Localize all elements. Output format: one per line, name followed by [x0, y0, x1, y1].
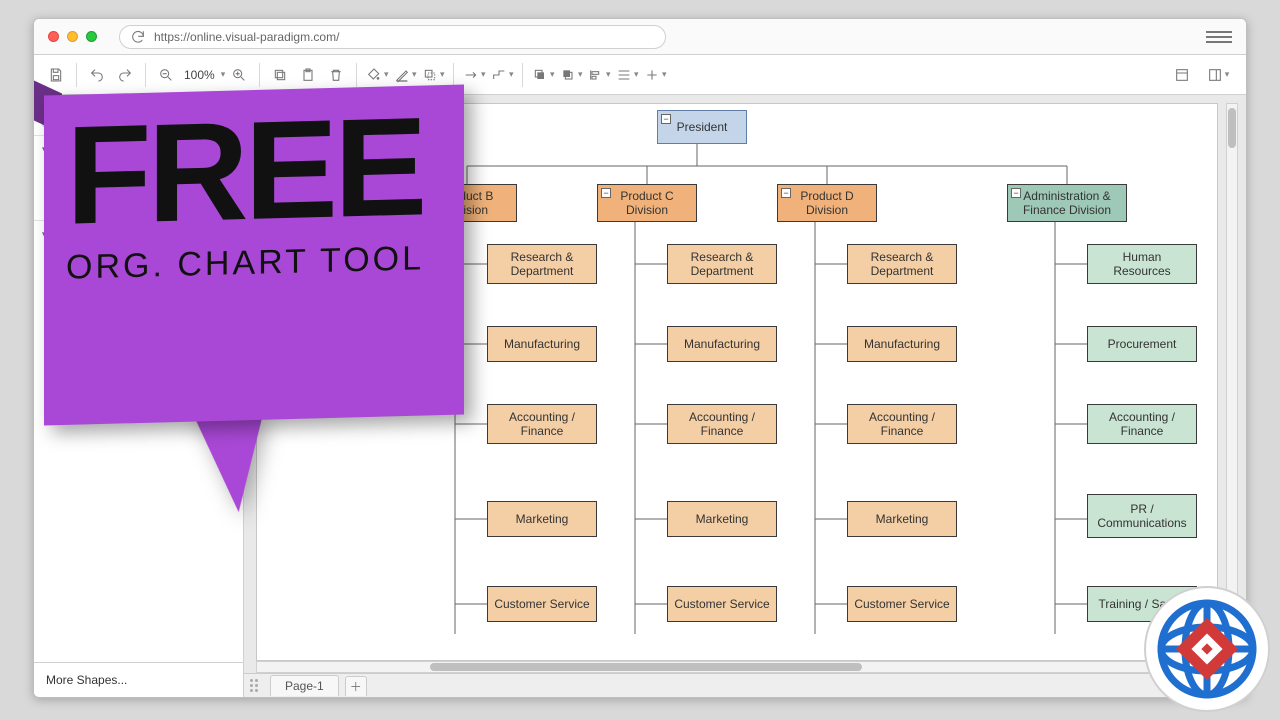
- browser-menu-icon[interactable]: [1206, 26, 1232, 48]
- node-unit[interactable]: Accounting / Finance: [847, 404, 957, 444]
- node-unit[interactable]: Accounting / Finance: [487, 404, 597, 444]
- node-unit[interactable]: PR / Communications: [1087, 494, 1197, 538]
- line-color-icon[interactable]: ▾: [391, 61, 419, 89]
- zoom-in-icon[interactable]: [225, 61, 253, 89]
- node-unit[interactable]: Customer Service: [487, 586, 597, 622]
- window-minimize-icon[interactable]: [67, 31, 78, 42]
- copy-icon[interactable]: [266, 61, 294, 89]
- workspace: Scratchpad Organization Chart More Shape…: [34, 95, 1246, 697]
- tab-grip-icon[interactable]: [250, 678, 264, 694]
- node-division-c[interactable]: −Product C Division: [597, 184, 697, 222]
- node-unit[interactable]: Manufacturing: [667, 326, 777, 362]
- outline-panel-icon[interactable]: ▾: [1204, 61, 1232, 89]
- connector-style-icon[interactable]: ▾: [460, 61, 488, 89]
- more-shapes-button[interactable]: More Shapes...: [34, 662, 243, 697]
- section-scratchpad[interactable]: Scratchpad: [34, 135, 243, 162]
- to-back-icon[interactable]: ▾: [557, 61, 585, 89]
- node-unit[interactable]: Human Resources: [1087, 244, 1197, 284]
- add-icon[interactable]: ▾: [641, 61, 669, 89]
- delete-icon[interactable]: [322, 61, 350, 89]
- visual-paradigm-logo-icon: [1142, 584, 1272, 714]
- canvas-horizontal-scrollbar[interactable]: [256, 661, 1218, 673]
- node-unit[interactable]: Manufacturing: [847, 326, 957, 362]
- scratchpad-slot[interactable]: [44, 168, 104, 206]
- section-orgchart[interactable]: Organization Chart: [34, 220, 243, 247]
- waypoint-icon[interactable]: ▾: [488, 61, 516, 89]
- node-unit[interactable]: Procurement: [1087, 326, 1197, 362]
- page-tab-bar: Page-1 ＋: [244, 673, 1246, 697]
- shapes-search-input[interactable]: [42, 103, 235, 127]
- undo-icon[interactable]: [83, 61, 111, 89]
- save-icon[interactable]: [42, 61, 70, 89]
- zoom-level[interactable]: 100%: [180, 68, 219, 82]
- section-label: Organization Chart: [51, 227, 152, 241]
- browser-window: https://online.visual-paradigm.com/ 100%…: [33, 18, 1247, 698]
- node-president[interactable]: −President: [657, 110, 747, 144]
- drawing-canvas[interactable]: −President −Product B Division −Product …: [256, 103, 1218, 661]
- node-unit[interactable]: Customer Service: [847, 586, 957, 622]
- fill-color-icon[interactable]: ▾: [363, 61, 391, 89]
- shadow-icon[interactable]: ▾: [419, 61, 447, 89]
- node-unit[interactable]: Manufacturing: [487, 326, 597, 362]
- url-text: https://online.visual-paradigm.com/: [154, 30, 339, 44]
- canvas-area: −President −Product B Division −Product …: [244, 95, 1246, 697]
- zoom-out-icon[interactable]: [152, 61, 180, 89]
- shapes-panel: Scratchpad Organization Chart More Shape…: [34, 95, 244, 697]
- node-division-d[interactable]: −Product D Division: [777, 184, 877, 222]
- window-zoom-icon[interactable]: [86, 31, 97, 42]
- window-close-icon[interactable]: [48, 31, 59, 42]
- distribute-icon[interactable]: ▾: [613, 61, 641, 89]
- browser-chrome: https://online.visual-paradigm.com/: [34, 19, 1246, 55]
- node-unit[interactable]: Marketing: [487, 501, 597, 537]
- page-tab[interactable]: Page-1: [270, 675, 339, 696]
- section-label: Scratchpad: [51, 142, 112, 156]
- paste-icon[interactable]: [294, 61, 322, 89]
- to-front-icon[interactable]: ▾: [529, 61, 557, 89]
- format-panel-icon[interactable]: [1168, 61, 1196, 89]
- redo-icon[interactable]: [111, 61, 139, 89]
- add-page-button[interactable]: ＋: [345, 676, 367, 696]
- orgchart-shape-swatch[interactable]: [44, 253, 104, 271]
- node-unit[interactable]: Marketing: [847, 501, 957, 537]
- align-icon[interactable]: ▾: [585, 61, 613, 89]
- node-division-admin[interactable]: −Administration & Finance Division: [1007, 184, 1127, 222]
- app-toolbar: 100% ▾ ▾ ▾ ▾ ▾ ▾ ▾: [34, 55, 1246, 95]
- node-unit[interactable]: Accounting / Finance: [1087, 404, 1197, 444]
- node-division-b[interactable]: −Product B Division: [417, 184, 517, 222]
- node-unit[interactable]: Marketing: [667, 501, 777, 537]
- node-unit[interactable]: Research & Department: [847, 244, 957, 284]
- canvas-vertical-scrollbar[interactable]: [1226, 103, 1238, 661]
- node-unit[interactable]: Customer Service: [667, 586, 777, 622]
- refresh-icon: [130, 29, 146, 45]
- node-unit[interactable]: Accounting / Finance: [667, 404, 777, 444]
- address-bar[interactable]: https://online.visual-paradigm.com/: [119, 25, 666, 49]
- node-unit[interactable]: Research & Department: [667, 244, 777, 284]
- node-unit[interactable]: Research & Department: [487, 244, 597, 284]
